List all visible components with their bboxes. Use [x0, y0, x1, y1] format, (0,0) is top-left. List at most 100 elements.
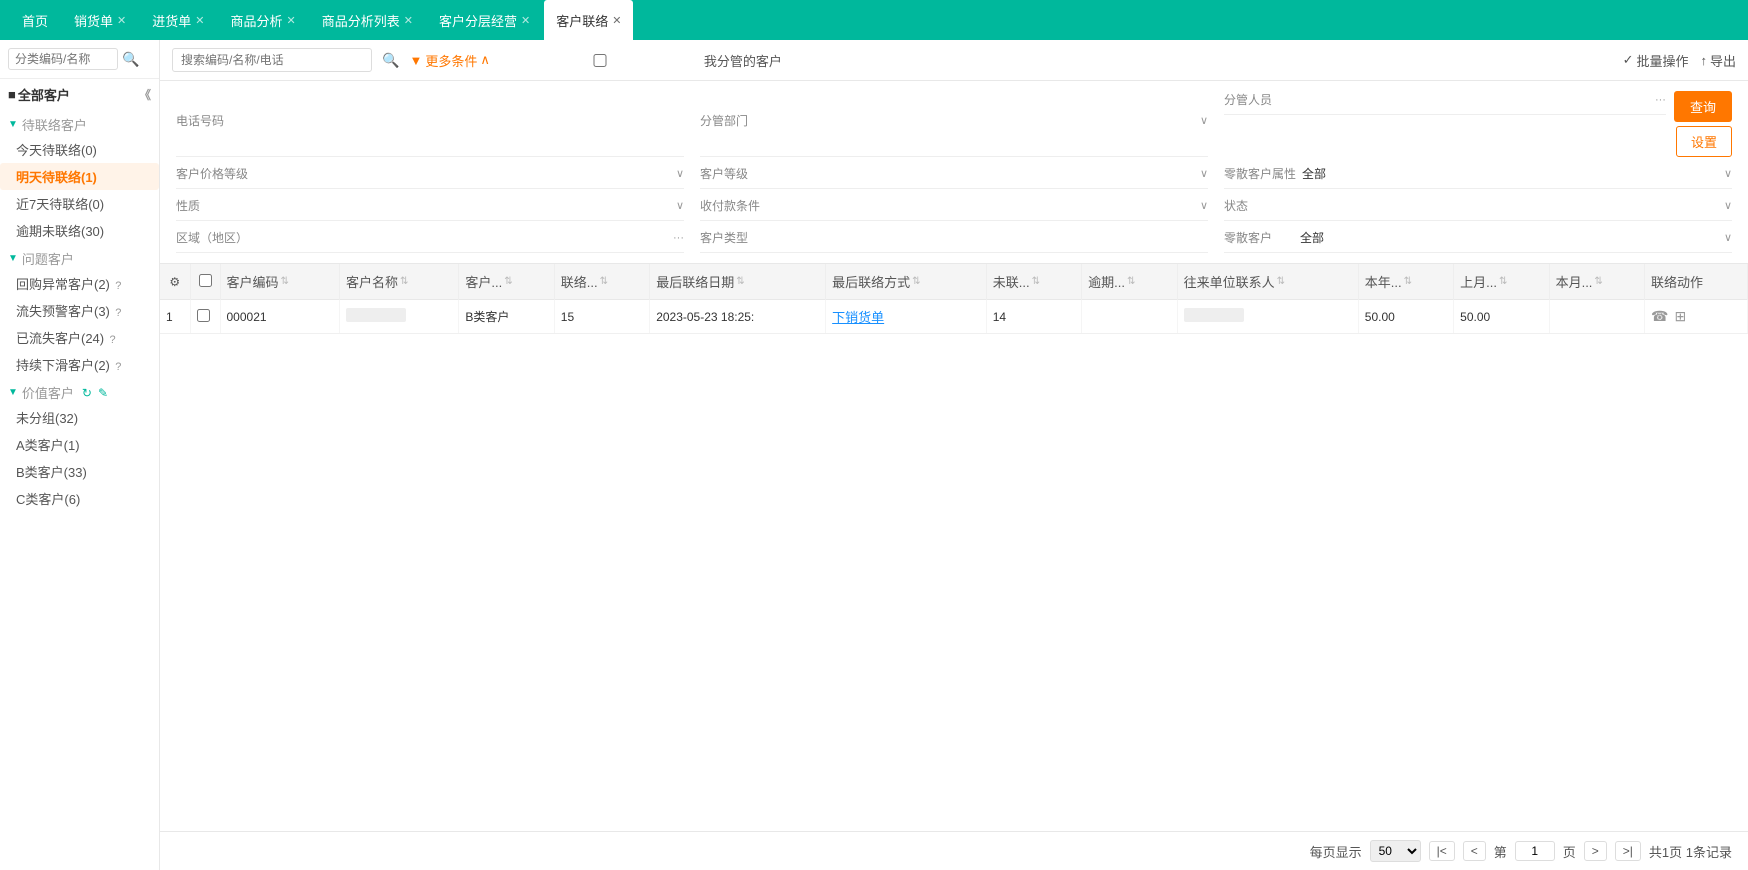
retail-attr-input[interactable]: 全部 [1302, 165, 1718, 182]
customer-level-dropdown-icon[interactable]: ∨ [1200, 167, 1208, 180]
nav-sales[interactable]: 销货单 ✕ [62, 0, 138, 40]
th-overdue[interactable]: 逾期... ⇅ [1082, 264, 1177, 300]
retail-attr-dropdown-icon[interactable]: ∨ [1724, 167, 1732, 180]
sidebar-item-unclassified[interactable]: 未分组(32) [0, 404, 159, 431]
value-group-refresh-icon[interactable]: ↻ [82, 386, 92, 400]
area-more-icon[interactable]: ··· [673, 232, 684, 244]
th-unlink-days[interactable]: 未联... ⇅ [986, 264, 1081, 300]
sidebar-item-a-customers[interactable]: A类客户(1) [0, 431, 159, 458]
col-actions-label: 联络动作 [1651, 275, 1703, 290]
filter-customer-type: 客户类型 [700, 229, 1208, 253]
sidebar-item-7days-contact[interactable]: 近7天待联络(0) [0, 190, 159, 217]
th-customer-type[interactable]: 客户... ⇅ [459, 264, 554, 300]
th-last-contact-way[interactable]: 最后联络方式 ⇅ [826, 264, 987, 300]
sidebar-value-group: ▼ 价值客户 ↻ ✎ [0, 378, 159, 404]
nav-purchase[interactable]: 进货单 ✕ [140, 0, 216, 40]
query-button[interactable]: 查询 [1674, 91, 1732, 122]
search-magnifier-icon[interactable]: 🔍 [382, 52, 399, 69]
dept-dropdown-icon[interactable]: ∨ [1200, 114, 1208, 127]
contact-person-blurred [1184, 308, 1244, 322]
sidebar-item-today-contact[interactable]: 今天待联络(0) [0, 136, 159, 163]
export-icon: ↑ [1700, 53, 1707, 68]
th-last-month[interactable]: 上月... ⇅ [1454, 264, 1549, 300]
more-filter-btn[interactable]: ▼ 更多条件 ∧ [409, 51, 489, 70]
th-this-month[interactable]: 本月... ⇅ [1549, 264, 1644, 300]
nav-product-analysis-list[interactable]: 商品分析列表 ✕ [310, 0, 425, 40]
last-contact-way-link[interactable]: 下销货单 [832, 310, 884, 325]
sidebar-all-customers[interactable]: ■ 全部客户 《 [0, 79, 159, 110]
all-customers-label: ■ [8, 87, 16, 102]
settings-button[interactable]: 设置 [1676, 126, 1732, 157]
row-checkbox[interactable] [190, 300, 220, 334]
last-page-btn[interactable]: >| [1615, 841, 1641, 861]
batch-operations-btn[interactable]: ✓ 批量操作 [1623, 51, 1689, 70]
phone-input[interactable] [252, 114, 684, 128]
total-records-label: 共1页 1条记录 [1649, 842, 1732, 861]
th-this-year[interactable]: 本年... ⇅ [1358, 264, 1453, 300]
search-input[interactable] [172, 48, 372, 72]
col-this-month-label: 本月... [1556, 272, 1593, 291]
nav-customer-segmentation[interactable]: 客户分层经营 ✕ [427, 0, 542, 40]
nav-close-sales[interactable]: ✕ [117, 14, 126, 27]
sidebar-item-overdue-contact[interactable]: 逾期未联络(30) [0, 217, 159, 244]
nav-close-product-analysis-list[interactable]: ✕ [404, 14, 413, 27]
th-contact-person[interactable]: 往来单位联系人 ⇅ [1177, 264, 1358, 300]
manager-more-icon[interactable]: ··· [1655, 94, 1666, 106]
th-gear[interactable]: ⚙ [160, 264, 190, 300]
sidebar-item-lost-customers[interactable]: 已流失客户(24) ? [0, 324, 159, 351]
value-group-edit-icon[interactable]: ✎ [98, 386, 108, 400]
sidebar-item-b-customers[interactable]: B类客户(33) [0, 458, 159, 485]
nav-close-product-analysis[interactable]: ✕ [287, 14, 296, 27]
retail-input[interactable]: 全部 [1300, 229, 1718, 246]
per-page-select[interactable]: 50 100 [1370, 840, 1421, 862]
export-btn[interactable]: ↑ 导出 [1700, 51, 1736, 70]
row-last-contact-date: 2023-05-23 18:25: [650, 300, 826, 334]
my-customers-checkbox[interactable] [500, 54, 700, 67]
row-last-contact-way[interactable]: 下销货单 [826, 300, 987, 334]
nav-customer-contact[interactable]: 客户联络 ✕ [544, 0, 633, 40]
nav-home[interactable]: 首页 [10, 0, 60, 40]
nav-close-customer-contact[interactable]: ✕ [612, 14, 621, 27]
sidebar-search-icon[interactable]: 🔍 [122, 51, 139, 68]
sidebar-item-tomorrow-contact[interactable]: 明天待联络(1) [0, 163, 159, 190]
filter-gender: 性质 ∨ [176, 197, 684, 221]
col-contact-count-label: 联络... [561, 272, 598, 291]
row-action-phone-icon[interactable]: ☎ [1651, 308, 1668, 325]
sort-icon-contact: ⇅ [600, 276, 608, 287]
export-btn-label: 导出 [1710, 51, 1736, 70]
payment-dropdown-icon[interactable]: ∨ [1200, 199, 1208, 212]
row-action-more-icon[interactable]: ⊞ [1674, 308, 1686, 325]
row-customer-code[interactable]: 000021 [220, 300, 339, 334]
gender-dropdown-icon[interactable]: ∨ [676, 199, 684, 212]
my-customers-label: 我分管的客户 [704, 51, 782, 70]
next-page-btn[interactable]: > [1584, 841, 1607, 861]
th-customer-name[interactable]: 客户名称 ⇅ [339, 264, 458, 300]
nav-close-customer-segmentation[interactable]: ✕ [521, 14, 530, 27]
sort-icon-last-date: ⇅ [736, 276, 744, 287]
row-select-checkbox[interactable] [197, 309, 210, 322]
dept-label: 分管部门 [700, 112, 770, 129]
col-overdue-label: 逾期... [1088, 272, 1125, 291]
price-level-dropdown-icon[interactable]: ∨ [676, 167, 684, 180]
status-dropdown-icon[interactable]: ∨ [1724, 199, 1732, 212]
retail-dropdown-icon[interactable]: ∨ [1724, 231, 1732, 244]
th-contact-count[interactable]: 联络... ⇅ [554, 264, 649, 300]
filter-icon: ▼ [409, 53, 422, 68]
sidebar-item-c-customers[interactable]: C类客户(6) [0, 485, 159, 512]
th-last-contact-date[interactable]: 最后联络日期 ⇅ [650, 264, 826, 300]
sidebar-item-churn-warning[interactable]: 流失预警客户(3) ? [0, 297, 159, 324]
sidebar-item-declining[interactable]: 持续下滑客户(2) ? [0, 351, 159, 378]
today-contact-label: 今天待联络(0) [16, 143, 97, 158]
th-customer-code[interactable]: 客户编码 ⇅ [220, 264, 339, 300]
sidebar-search-input[interactable] [8, 48, 118, 70]
sidebar-item-repurchase-abnormal[interactable]: 回购异常客户(2) ? [0, 270, 159, 297]
churn-warning-help-icon: ? [115, 307, 121, 319]
page-number-input[interactable] [1515, 841, 1555, 861]
first-page-btn[interactable]: |< [1429, 841, 1455, 861]
nav-close-purchase[interactable]: ✕ [195, 14, 204, 27]
sort-icon-this-year: ⇅ [1404, 276, 1412, 287]
select-all-checkbox[interactable] [199, 274, 212, 287]
sidebar-collapse-icon[interactable]: 《 [139, 86, 151, 103]
prev-page-btn[interactable]: < [1463, 841, 1486, 861]
nav-product-analysis[interactable]: 商品分析 ✕ [218, 0, 307, 40]
